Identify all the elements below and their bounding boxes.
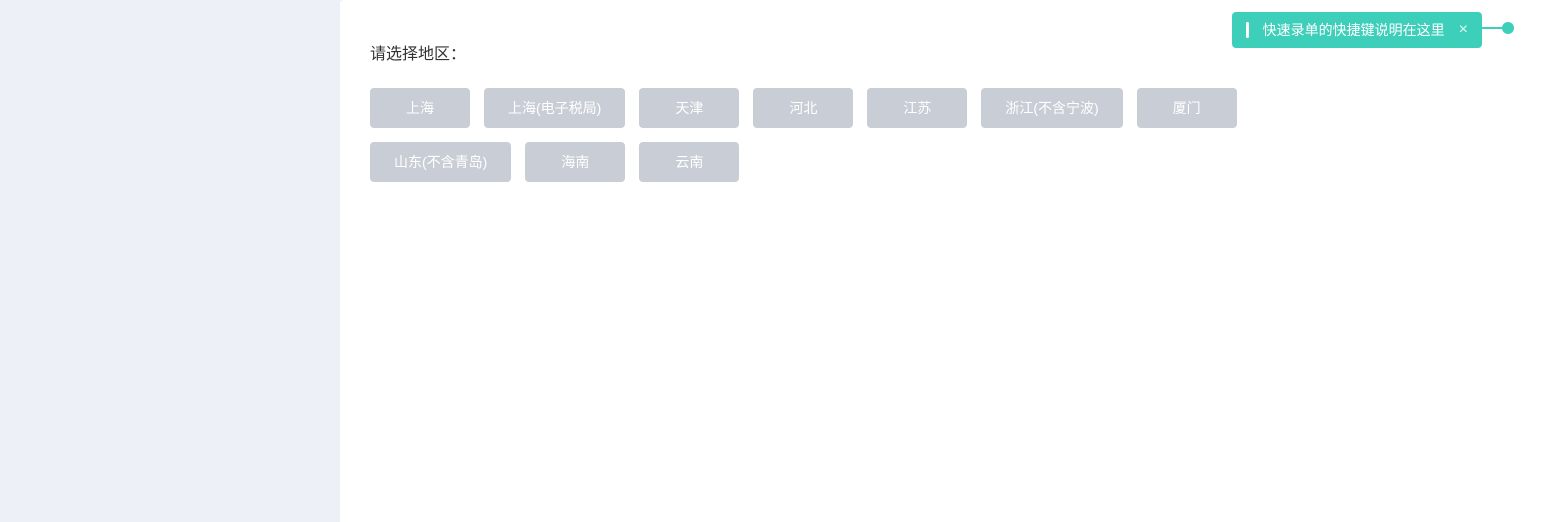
region-button-xiamen[interactable]: 厦门	[1137, 88, 1237, 128]
region-button-jiangsu[interactable]: 江苏	[867, 88, 967, 128]
region-buttons-row-1: 上海上海(电子税局) 天津河北江苏浙江(不含宁波) 厦门	[370, 88, 1532, 128]
region-button-shandong[interactable]: 山东(不含青岛)	[370, 142, 511, 182]
main-content: 请选择地区： 上海上海(电子税局)天津河北江苏浙江(不含宁波)厦门 山东(不含青…	[340, 0, 1562, 522]
tooltip-dot	[1502, 22, 1514, 34]
region-button-zhejiang[interactable]: 浙江(不含宁波)	[981, 88, 1122, 128]
region-button-shanghai-etax[interactable]: 上海(电子税局)	[484, 88, 625, 128]
region-button-tianjin[interactable]: 天津	[639, 88, 739, 128]
region-button-yunnan[interactable]: 云南	[639, 142, 739, 182]
tooltip-banner: 快速录单的快捷键说明在这里 ×	[1232, 12, 1482, 48]
tooltip-close-button[interactable]: ×	[1459, 22, 1468, 38]
sidebar	[0, 0, 340, 522]
region-button-hebei[interactable]: 河北	[753, 88, 853, 128]
region-button-shanghai[interactable]: 上海	[370, 88, 470, 128]
tooltip-text: 快速录单的快捷键说明在这里	[1263, 20, 1445, 40]
region-buttons-row-2: 山东(不含青岛) 海南云南	[370, 142, 1532, 182]
region-button-hainan[interactable]: 海南	[525, 142, 625, 182]
